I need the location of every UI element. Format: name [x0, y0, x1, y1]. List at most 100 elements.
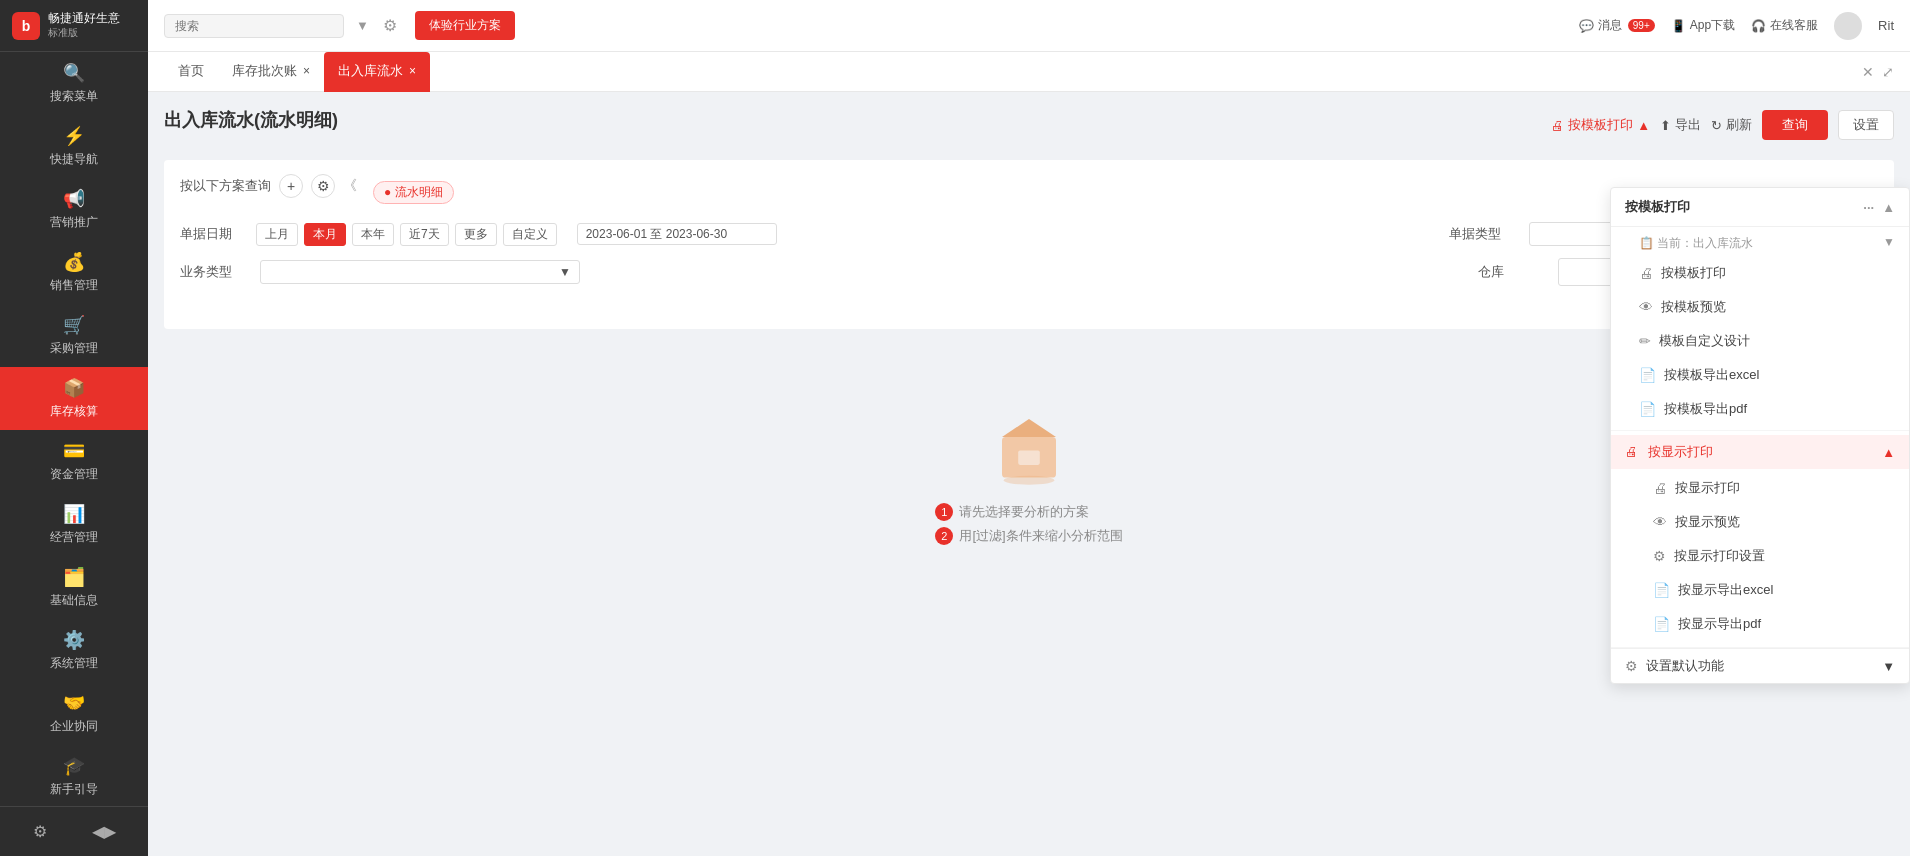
filter-scheme-label: 按以下方案查询 [180, 177, 271, 195]
sidebar-item-label: 营销推广 [50, 214, 98, 231]
sidebar-item-basic[interactable]: 🗂️基础信息 [0, 556, 148, 619]
dropdown-display-print[interactable]: 🖨 按显示打印 [1625, 471, 1909, 505]
date-btn-更多[interactable]: 更多 [455, 223, 497, 246]
message-badge: 99+ [1628, 19, 1655, 32]
dropdown-display-pdf[interactable]: 📄 按显示导出pdf [1625, 607, 1909, 641]
sidebar-item-search-menu[interactable]: 🔍搜索菜单 [0, 52, 148, 115]
sidebar-item-quick-nav[interactable]: ⚡快捷导航 [0, 115, 148, 178]
tab-close-batch-account[interactable]: × [303, 64, 310, 78]
current-dropdown-icon: ▼ [1883, 235, 1895, 249]
dropdown-display-items: 🖨 按显示打印 👁 按显示预览 ⚙ 按显示打印设置 📄 按显示导出excel [1611, 469, 1909, 643]
tab-close-inout-flow[interactable]: × [409, 64, 416, 78]
date-range-input[interactable] [577, 223, 777, 245]
sidebar-item-purchase[interactable]: 🛒采购管理 [0, 304, 148, 367]
search-dropdown-icon[interactable]: ▼ [356, 18, 369, 33]
app-download-btn[interactable]: 📱 App下载 [1671, 17, 1735, 34]
refresh-button[interactable]: ↻ 刷新 [1711, 116, 1752, 134]
sidebar-item-label: 系统管理 [50, 655, 98, 672]
query-button[interactable]: 查询 [1762, 110, 1828, 140]
template-excel-icon: 📄 [1639, 367, 1656, 383]
system-icon: ⚙️ [63, 629, 85, 651]
sidebar-item-operation[interactable]: 📊经营管理 [0, 493, 148, 556]
trial-button[interactable]: 体验行业方案 [415, 11, 515, 40]
dropdown-template-excel[interactable]: 📄 按模板导出excel [1611, 358, 1909, 392]
dropdown-template-print[interactable]: 🖨 按模板打印 [1611, 256, 1909, 290]
filter-collapse-btn[interactable]: 《 [343, 177, 357, 195]
current-icon: 📋 [1639, 236, 1654, 250]
topbar-right: 💬 消息 99+ 📱 App下载 🎧 在线客服 Rit [1579, 12, 1894, 40]
maximize-window-icon[interactable]: ⤢ [1882, 64, 1894, 80]
sidebar-item-finance[interactable]: 💳资金管理 [0, 430, 148, 493]
dropdown-collapse-icon[interactable]: ▲ [1882, 200, 1895, 215]
export-icon: ⬆ [1660, 118, 1671, 133]
template-print-icon: 🖨 [1639, 265, 1653, 281]
filter-tag: ● 流水明细 [373, 181, 454, 204]
display-preview-icon: 👁 [1653, 514, 1667, 530]
sidebar-item-label: 新手引导 [50, 781, 98, 798]
operation-icon: 📊 [63, 503, 85, 525]
dropdown-footer[interactable]: ⚙ 设置默认功能 ▼ [1611, 648, 1909, 683]
sidebar-item-label: 资金管理 [50, 466, 98, 483]
headset-icon: 🎧 [1751, 19, 1766, 33]
sidebar-item-system[interactable]: ⚙️ 系统管理 [0, 619, 148, 682]
date-btn-本月[interactable]: 本月 [304, 223, 346, 246]
topbar-gear-icon[interactable]: ⚙ [383, 16, 397, 35]
date-btn-上月[interactable]: 上月 [256, 223, 298, 246]
filter-tag-icon: ● [384, 185, 391, 199]
dropdown-display-preview[interactable]: 👁 按显示预览 [1625, 505, 1909, 539]
tab-batch-account[interactable]: 库存批次账 × [218, 52, 324, 92]
sidebar: b 畅捷通好生意 标准版 🔍搜索菜单⚡快捷导航📢营销推广💰销售管理🛒采购管理📦库… [0, 0, 148, 856]
close-window-icon[interactable]: ✕ [1862, 64, 1874, 80]
footer-settings-icon: ⚙ [1625, 658, 1638, 674]
sales-icon: 💰 [63, 251, 85, 273]
dropdown-section-template: 📋 当前：出入库流水 ▼ 🖨 按模板打印 👁 按模板预览 ✏ 模板自定义设计 [1611, 227, 1909, 431]
dropdown-template-preview[interactable]: 👁 按模板预览 [1611, 290, 1909, 324]
search-input[interactable] [164, 14, 344, 38]
customer-service-btn[interactable]: 🎧 在线客服 [1751, 17, 1818, 34]
display-section-icon: 🖨 [1625, 444, 1638, 459]
tab-home[interactable]: 首页 [164, 52, 218, 92]
empty-tips: 1 请先选择要分析的方案 2 用[过滤]条件来缩小分析范围 [935, 503, 1122, 551]
date-btn-近7天[interactable]: 近7天 [400, 223, 449, 246]
dropdown-display-settings[interactable]: ⚙ 按显示打印设置 [1625, 539, 1909, 573]
tabbar-right-controls: ✕ ⤢ [1862, 64, 1894, 80]
svg-point-3 [1004, 476, 1054, 485]
display-excel-icon: 📄 [1653, 582, 1670, 598]
print-dropdown-arrow[interactable]: ▲ [1637, 118, 1650, 133]
dropdown-template-pdf[interactable]: 📄 按模板导出pdf [1611, 392, 1909, 426]
dropdown-header-icons: ··· ▲ [1863, 200, 1895, 215]
corp-icon: 🤝 [63, 692, 85, 714]
export-button[interactable]: ⬆ 导出 [1660, 116, 1701, 134]
tab-inout-flow[interactable]: 出入库流水 × [324, 52, 430, 92]
filter-settings-btn[interactable]: ⚙ [311, 174, 335, 198]
tip-num-2: 2 [935, 527, 953, 545]
settings-button[interactable]: 设置 [1838, 110, 1894, 140]
date-btn-自定义[interactable]: 自定义 [503, 223, 557, 246]
collapse-sidebar-icon[interactable]: ◀▶ [92, 822, 116, 841]
message-icon: 💬 [1579, 19, 1594, 33]
message-btn[interactable]: 💬 消息 99+ [1579, 17, 1655, 34]
user-name: Rit [1878, 18, 1894, 33]
dropdown-ellipsis-icon[interactable]: ··· [1863, 200, 1874, 215]
template-customize-icon: ✏ [1639, 333, 1651, 349]
settings-icon[interactable]: ⚙ [33, 822, 47, 841]
sidebar-item-marketing[interactable]: 📢营销推广 [0, 178, 148, 241]
biz-type-select[interactable]: ▼ [260, 260, 580, 284]
inventory-icon: 📦 [63, 377, 85, 399]
sidebar-item-label: 企业协同 [50, 718, 98, 735]
date-label: 单据日期 [180, 225, 240, 243]
dropdown-display-excel[interactable]: 📄 按显示导出excel [1625, 573, 1909, 607]
basic-icon: 🗂️ [63, 566, 85, 588]
avatar[interactable] [1834, 12, 1862, 40]
sidebar-item-inventory[interactable]: 📦 库存核算 [0, 367, 148, 430]
dropdown-display-section-header[interactable]: 🖨 按显示打印 ▲ [1611, 435, 1909, 469]
sidebar-item-corp[interactable]: 🤝 企业协同 [0, 682, 148, 745]
sidebar-item-guide[interactable]: 🎓新手引导 [0, 745, 148, 806]
dropdown-template-customize[interactable]: ✏ 模板自定义设计 [1611, 324, 1909, 358]
print-button[interactable]: 🖨 按模板打印 ▲ [1551, 116, 1650, 134]
sidebar-item-sales[interactable]: 💰销售管理 [0, 241, 148, 304]
add-filter-btn[interactable]: + [279, 174, 303, 198]
date-buttons: 上月本月本年近7天更多自定义 [256, 223, 557, 246]
sidebar-item-label: 库存核算 [50, 403, 98, 420]
date-btn-本年[interactable]: 本年 [352, 223, 394, 246]
